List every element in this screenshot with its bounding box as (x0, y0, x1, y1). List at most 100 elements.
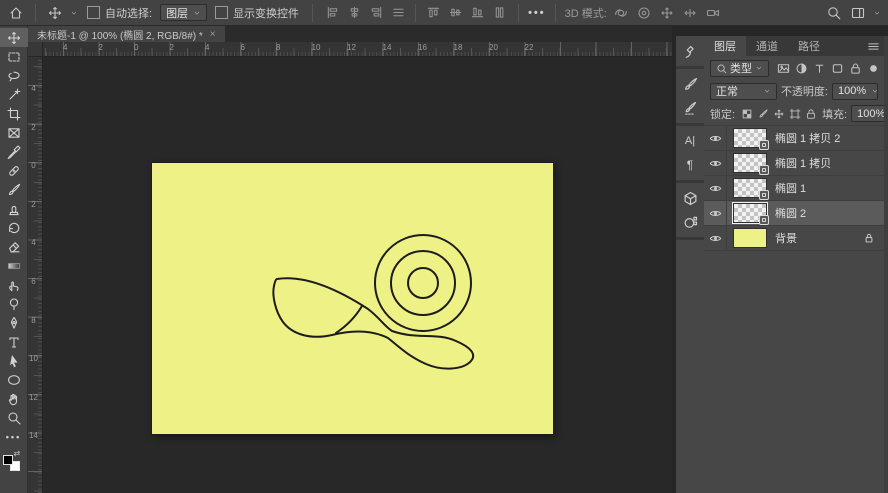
layer-name[interactable]: 椭圆 1 拷贝 (775, 155, 884, 171)
quick-select-tool-icon[interactable] (0, 85, 28, 104)
layer-visibility-eye-icon[interactable] (704, 151, 727, 175)
type-tool-icon[interactable] (0, 332, 28, 351)
foreground-color-swatch[interactable] (2, 455, 13, 465)
layer-name[interactable]: 椭圆 1 (775, 180, 884, 196)
panel-tab-路径[interactable]: 路径 (788, 36, 830, 56)
align-bottom-icon[interactable] (467, 3, 487, 23)
align-left-icon[interactable] (322, 3, 342, 23)
3d-pan-icon[interactable] (657, 3, 677, 23)
align-top-icon[interactable] (423, 3, 443, 23)
lasso-tool-icon[interactable] (0, 66, 28, 85)
workspace-switcher-icon[interactable] (848, 3, 868, 23)
layer-thumbnail[interactable] (733, 178, 769, 200)
swap-colors-icon[interactable]: ⇄ (14, 449, 21, 458)
history-panel-icon[interactable] (676, 39, 704, 63)
3d-roll-icon[interactable] (634, 3, 654, 23)
dodge-tool-icon[interactable] (0, 294, 28, 313)
panel-tab-图层[interactable]: 图层 (704, 36, 746, 56)
workspace-caret-icon[interactable] (872, 3, 882, 23)
gradient-tool-icon[interactable] (0, 256, 28, 275)
layer-thumbnail[interactable] (733, 228, 767, 248)
eraser-tool-icon[interactable] (0, 237, 28, 256)
hand-tool-icon[interactable] (0, 389, 28, 408)
smart-object-filter-icon[interactable] (847, 60, 863, 76)
pen-tool-icon[interactable] (0, 313, 28, 332)
brush-settings-panel-icon[interactable] (676, 72, 704, 96)
layer-row-椭圆 1 拷贝[interactable]: 椭圆 1 拷贝 (704, 151, 884, 176)
document-viewport[interactable]: 4 2 0 2 4 6 8 10 12 14 16 18 20 22 4 2 0 2 4 6 8 10 12 14 (28, 42, 672, 493)
auto-select-target-dropdown[interactable]: 图层 (160, 4, 208, 21)
search-icon[interactable] (824, 3, 844, 23)
layer-name[interactable]: 椭圆 1 拷贝 2 (775, 130, 884, 146)
layer-row-椭圆 1 拷贝 2[interactable]: 椭圆 1 拷贝 2 (704, 126, 884, 151)
history-brush-tool-icon[interactable] (0, 218, 28, 237)
layer-visibility-eye-icon[interactable] (704, 126, 727, 150)
zoom-tool-icon[interactable] (0, 408, 28, 427)
marquee-tool-icon[interactable] (0, 47, 28, 66)
tool-preset-caret-icon[interactable] (69, 3, 79, 23)
opacity-dropdown[interactable]: 100% (832, 82, 878, 100)
lock-artboard-icon[interactable] (787, 106, 802, 121)
lock-transparency-icon[interactable] (739, 106, 754, 121)
move-tool-icon[interactable] (0, 28, 28, 47)
layer-name[interactable]: 椭圆 2 (775, 205, 884, 221)
canvas[interactable] (152, 163, 553, 434)
show-transform-checkbox[interactable] (215, 6, 229, 19)
crop-tool-icon[interactable] (0, 104, 28, 123)
ellipse-tool-icon[interactable] (0, 370, 28, 389)
filter-type-dropdown[interactable]: 类型 (710, 59, 769, 77)
layer-thumbnail[interactable] (733, 128, 769, 150)
move-tool-preset-icon[interactable] (45, 3, 65, 23)
type-filter-icon[interactable] (811, 60, 827, 76)
document-tab[interactable]: 未标题-1 @ 100% (椭圆 2, RGB/8#) * × (28, 26, 225, 42)
close-tab-icon[interactable]: × (210, 29, 216, 40)
align-right-icon[interactable] (366, 3, 386, 23)
layer-visibility-eye-icon[interactable] (704, 226, 727, 250)
character-panel-icon[interactable]: A| (676, 129, 704, 153)
toolbar-ellipsis[interactable]: ••• (0, 427, 28, 446)
paragraph-panel-icon[interactable]: ¶ (676, 153, 704, 177)
layer-row-椭圆 2[interactable]: 椭圆 2 (704, 201, 884, 226)
auto-select-option: 自动选择: (87, 5, 152, 21)
more-options-ellipsis[interactable]: ••• (528, 7, 546, 19)
properties-panel-icon[interactable] (676, 210, 704, 234)
align-h-center-icon[interactable] (344, 3, 364, 23)
align-v-center-icon[interactable] (445, 3, 465, 23)
distribute-h-icon[interactable] (388, 3, 408, 23)
clone-stamp-tool-icon[interactable] (0, 199, 28, 218)
3d-camera-icon[interactable] (703, 3, 723, 23)
blend-mode-dropdown[interactable]: 正常 (710, 82, 777, 100)
brushes-panel-icon[interactable] (676, 96, 704, 120)
color-swatches[interactable]: ⇄ (2, 449, 25, 471)
panel-scroll-edge[interactable] (884, 36, 888, 493)
panel-menu-icon[interactable] (867, 40, 880, 53)
healing-tool-icon[interactable] (0, 161, 28, 180)
auto-select-checkbox[interactable] (87, 6, 100, 19)
shape-filter-icon[interactable] (829, 60, 845, 76)
lock-position-icon[interactable] (771, 106, 786, 121)
filter-toggle-icon[interactable] (865, 60, 881, 76)
layer-row-椭圆 1[interactable]: 椭圆 1 (704, 176, 884, 201)
lock-all-icon[interactable] (803, 106, 818, 121)
3d-orbit-icon[interactable] (611, 3, 631, 23)
layer-row-背景[interactable]: 背景 (704, 226, 884, 251)
layer-thumbnail[interactable] (732, 202, 769, 225)
layer-visibility-eye-icon[interactable] (704, 176, 727, 200)
smudge-tool-icon[interactable] (0, 275, 28, 294)
eyedropper-tool-icon[interactable] (0, 142, 28, 161)
home-icon[interactable] (6, 3, 26, 23)
pixel-filter-icon[interactable] (775, 60, 791, 76)
3d-panel-panel-icon[interactable] (676, 186, 704, 210)
path-select-tool-icon[interactable] (0, 351, 28, 370)
layer-name[interactable]: 背景 (775, 230, 863, 246)
adjustment-filter-icon[interactable] (793, 60, 809, 76)
distribute-v-icon[interactable] (489, 3, 509, 23)
panel-tab-通道[interactable]: 通道 (746, 36, 788, 56)
3d-slide-icon[interactable] (680, 3, 700, 23)
fill-dropdown[interactable]: 100% (851, 105, 888, 122)
frame-tool-icon[interactable] (0, 123, 28, 142)
layer-thumbnail[interactable] (733, 153, 769, 175)
lock-pixels-icon[interactable] (755, 106, 770, 121)
brush-tool-icon[interactable] (0, 180, 28, 199)
layer-visibility-eye-icon[interactable] (704, 201, 727, 225)
